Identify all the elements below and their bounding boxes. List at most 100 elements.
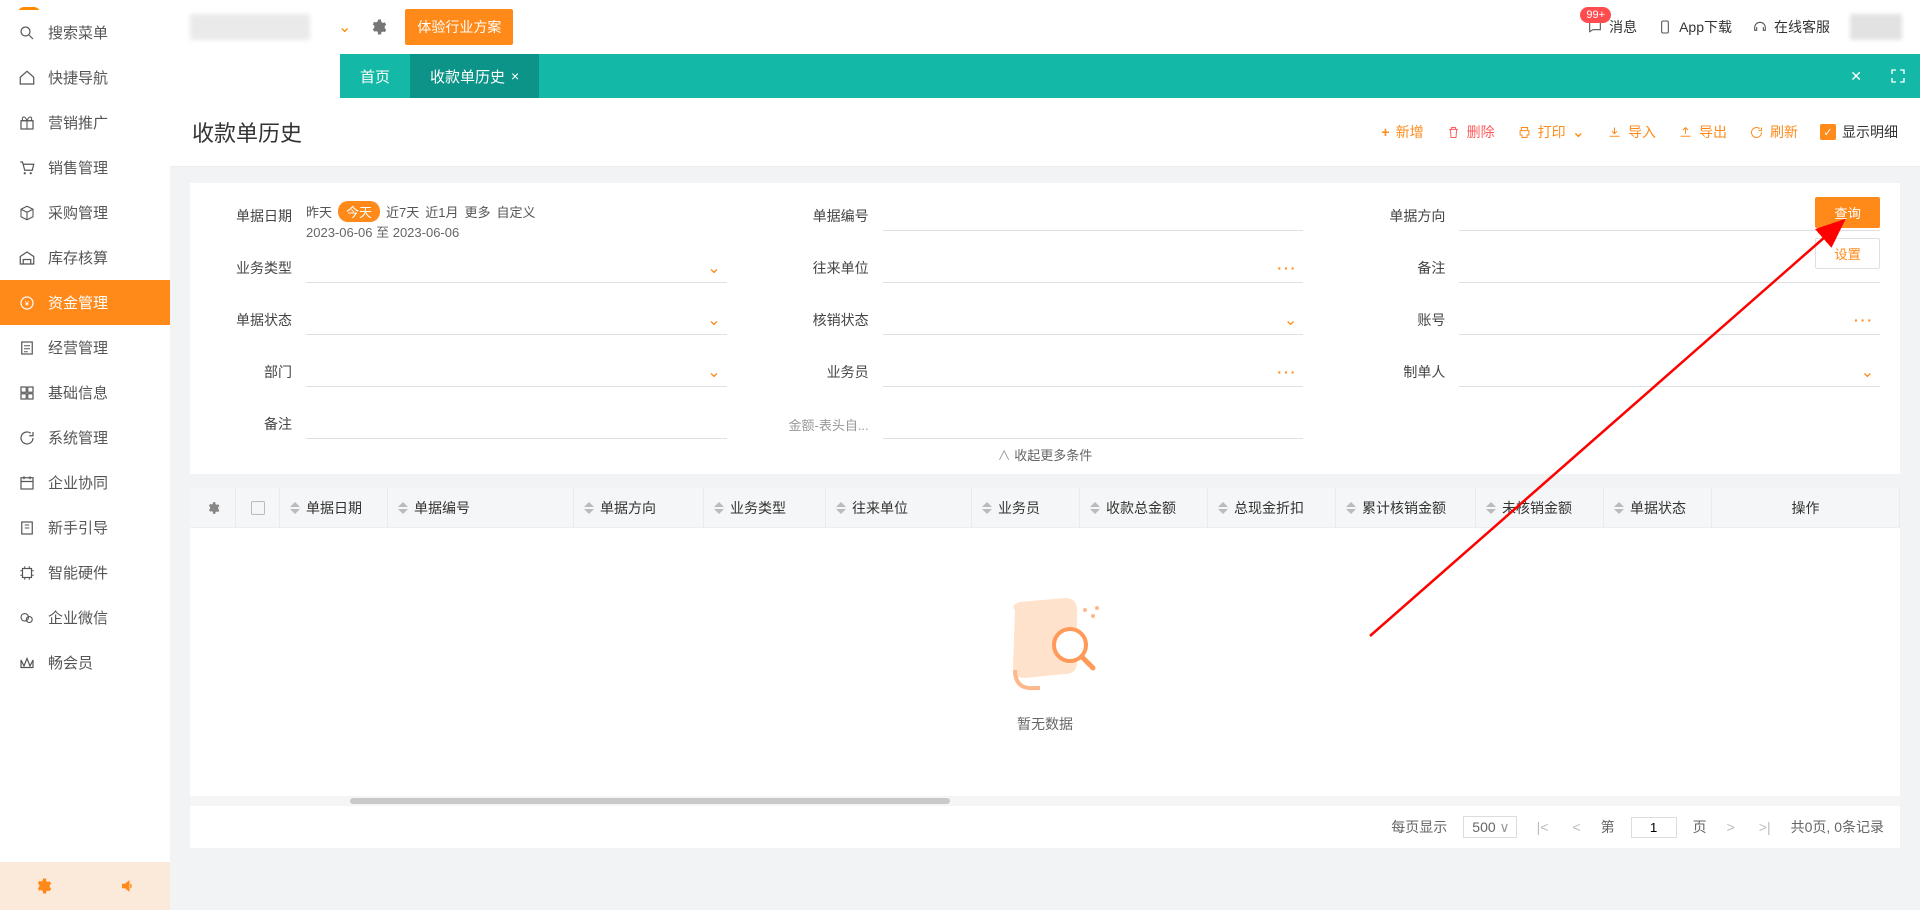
pager-first[interactable]: |<	[1533, 819, 1553, 835]
date-pill[interactable]: 近1月	[425, 202, 458, 221]
user-avatar-redacted[interactable]	[1850, 14, 1902, 40]
horizontal-scrollbar[interactable]	[190, 796, 1900, 806]
partner-picker[interactable]: ···	[883, 253, 1304, 283]
tool-delete[interactable]: 删除	[1446, 122, 1495, 142]
tool-export[interactable]: 导出	[1678, 122, 1727, 142]
filter-panel: 单据日期 昨天今天近7天近1月更多自定义 2023-06-06 至 2023-0…	[190, 183, 1900, 474]
date-pill[interactable]: 今天	[338, 201, 380, 222]
sidebar-item-9[interactable]: 系统管理	[0, 415, 170, 460]
th-gear[interactable]	[190, 488, 236, 527]
per-page-select[interactable]: 500	[1463, 816, 1516, 838]
filter-settings-button[interactable]: 设置	[1815, 238, 1880, 269]
tool-print[interactable]: 打印 ⌄	[1517, 122, 1585, 142]
page-titlebar: 收款单历史 + 新增 删除 打印 ⌄ 导入	[170, 98, 1920, 167]
tab-1[interactable]: 收款单历史×	[410, 54, 539, 98]
th-col-5[interactable]: 业务员	[972, 488, 1080, 527]
footer-gear-icon[interactable]	[34, 877, 52, 895]
field-creator: 制单人 ⌄	[1363, 357, 1880, 387]
biz-type-select[interactable]: ⌄	[306, 253, 727, 283]
field-verify-status-label: 核销状态	[787, 310, 883, 330]
home-icon	[18, 69, 36, 87]
sidebar-item-0[interactable]: 搜索菜单	[0, 10, 170, 55]
field-remark2-label: 备注	[210, 414, 306, 434]
tool-import[interactable]: 导入	[1607, 122, 1656, 142]
page-label-prefix: 第	[1601, 817, 1615, 837]
sidebar-item-label: 资金管理	[48, 292, 108, 313]
sidebar-item-2[interactable]: 营销推广	[0, 100, 170, 145]
close-icon[interactable]: ×	[511, 68, 519, 84]
tab-close-all[interactable]: ✕	[1836, 54, 1876, 98]
field-doc-dir-label: 单据方向	[1363, 206, 1459, 226]
sidebar-item-7[interactable]: 经营管理	[0, 325, 170, 370]
th-col-1[interactable]: 单据编号	[388, 488, 574, 527]
field-remark: 备注	[1363, 253, 1880, 283]
th-checkbox[interactable]	[236, 488, 280, 527]
tab-fullscreen-icon[interactable]	[1876, 54, 1920, 98]
tool-show-detail[interactable]: 显示明细	[1820, 122, 1898, 142]
sidebar-item-label: 销售管理	[48, 157, 108, 178]
th-col-8[interactable]: 累计核销金额	[1336, 488, 1476, 527]
pager-prev[interactable]: <	[1568, 819, 1584, 835]
sidebar-item-5[interactable]: 库存核算	[0, 235, 170, 280]
experience-plan-button[interactable]: 体验行业方案	[405, 9, 513, 45]
tool-import-label: 导入	[1628, 122, 1656, 142]
page-input[interactable]	[1631, 817, 1677, 838]
date-pill[interactable]: 自定义	[497, 202, 536, 221]
th-col-0[interactable]: 单据日期	[280, 488, 388, 527]
th-col-6[interactable]: 收款总金额	[1080, 488, 1208, 527]
settings-icon[interactable]	[369, 18, 387, 36]
import-icon	[1607, 125, 1622, 140]
sidebar-item-12[interactable]: 智能硬件	[0, 550, 170, 595]
verify-status-select[interactable]: ⌄	[883, 305, 1304, 335]
tool-add[interactable]: + 新增	[1381, 122, 1423, 142]
date-pill[interactable]: 更多	[465, 202, 491, 221]
th-col-10[interactable]: 单据状态	[1604, 488, 1712, 527]
sidebar-item-11[interactable]: 新手引导	[0, 505, 170, 550]
refresh-icon	[1749, 125, 1764, 140]
money-icon: ¥	[18, 294, 36, 312]
field-doc-no: 单据编号	[787, 201, 1304, 231]
pager-next[interactable]: >	[1723, 819, 1739, 835]
sidebar-item-label: 系统管理	[48, 427, 108, 448]
th-col-3[interactable]: 业务类型	[704, 488, 826, 527]
online-service[interactable]: 在线客服	[1752, 17, 1830, 37]
th-col-2[interactable]: 单据方向	[574, 488, 704, 527]
sidebar-item-4[interactable]: 采购管理	[0, 190, 170, 235]
collapse-filters[interactable]: 收起更多条件	[210, 439, 1880, 474]
account-picker[interactable]: ···	[1459, 305, 1880, 335]
sidebar-item-6[interactable]: ¥ 资金管理	[0, 280, 170, 325]
footer-sound-icon[interactable]	[119, 877, 137, 895]
cart-icon	[18, 159, 36, 177]
doc-no-input[interactable]	[883, 201, 1304, 231]
cycle-icon	[18, 429, 36, 447]
sidebar-item-3[interactable]: 销售管理	[0, 145, 170, 190]
pager-last[interactable]: >|	[1755, 819, 1775, 835]
operator-picker[interactable]: ···	[883, 357, 1304, 387]
amount-header-input[interactable]	[883, 409, 1304, 439]
sidebar-item-1[interactable]: 快捷导航	[0, 55, 170, 100]
sidebar-item-10[interactable]: 企业协同	[0, 460, 170, 505]
messages[interactable]: 99+ 消息	[1587, 17, 1637, 37]
org-selector[interactable]: ⌄	[190, 14, 351, 40]
date-pill[interactable]: 近7天	[386, 202, 419, 221]
wechat-icon	[18, 609, 36, 627]
field-account-label: 账号	[1363, 310, 1459, 330]
tab-0[interactable]: 首页	[340, 54, 410, 98]
dept-select[interactable]: ⌄	[306, 357, 727, 387]
th-col-4[interactable]: 往来单位	[826, 488, 972, 527]
chevron-down-icon: ⌄	[338, 17, 351, 37]
app-download[interactable]: App下载	[1657, 17, 1732, 37]
scrollbar-thumb[interactable]	[350, 798, 950, 804]
th-col-9[interactable]: 未核销金额	[1476, 488, 1604, 527]
date-pill[interactable]: 昨天	[306, 202, 332, 221]
sort-icon	[982, 502, 992, 514]
sidebar-item-13[interactable]: 企业微信	[0, 595, 170, 640]
tool-refresh[interactable]: 刷新	[1749, 122, 1798, 142]
sidebar-item-8[interactable]: 基础信息	[0, 370, 170, 415]
th-col-7[interactable]: 总现金折扣	[1208, 488, 1336, 527]
query-button[interactable]: 查询	[1815, 197, 1880, 228]
doc-status-select[interactable]: ⌄	[306, 305, 727, 335]
sidebar-item-14[interactable]: 畅会员	[0, 640, 170, 685]
creator-select[interactable]: ⌄	[1459, 357, 1880, 387]
remark2-input[interactable]	[306, 409, 727, 439]
